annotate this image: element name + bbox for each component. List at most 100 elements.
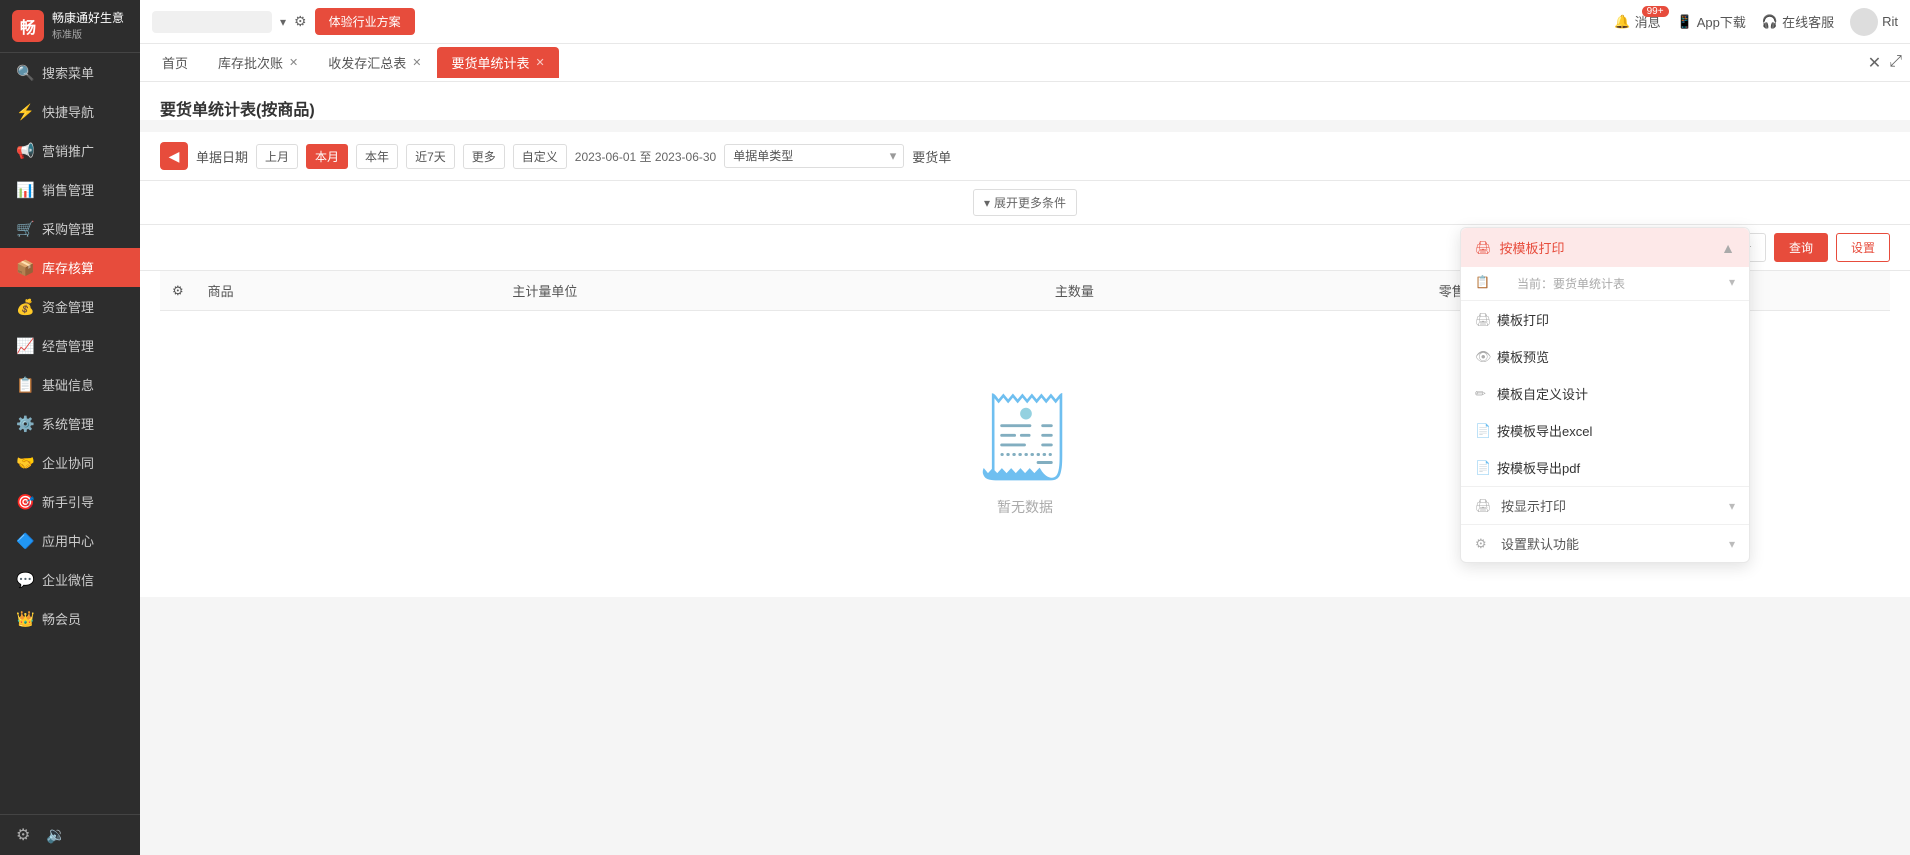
message-badge: 99+ bbox=[1642, 6, 1669, 17]
tab-stock-summary-label: 收发存汇总表 bbox=[328, 53, 406, 72]
tabbar: 首页 库存批次账 ✕ 收发存汇总表 ✕ 要货单统计表 ✕ ✕ ⤢ bbox=[140, 44, 1910, 82]
close-icon[interactable]: ✕ bbox=[412, 56, 421, 69]
print-item-icon: 🖨 bbox=[1475, 312, 1492, 328]
gear-icon: ⚙️ bbox=[16, 415, 34, 433]
date-btn-this-month[interactable]: 本月 bbox=[306, 144, 348, 169]
speaker-icon[interactable]: 🔉 bbox=[46, 825, 66, 845]
sidebar-item-label: 系统管理 bbox=[42, 414, 94, 433]
app-version: 标准版 bbox=[52, 26, 124, 41]
table-settings-th[interactable]: ⚙ bbox=[160, 271, 196, 311]
messages-button[interactable]: 🔔 消息 99+ bbox=[1614, 12, 1660, 31]
order-type-select[interactable]: 单据单类型 bbox=[724, 144, 904, 168]
excel-item-label: 按模板导出excel bbox=[1497, 421, 1592, 440]
chevron-down-icon: ▾ bbox=[984, 196, 990, 210]
date-btn-custom[interactable]: 自定义 bbox=[513, 144, 567, 169]
dropdown-item-preview[interactable]: 👁 模板预览 bbox=[1461, 338, 1749, 375]
diamond-icon: 🔷 bbox=[16, 532, 34, 550]
online-service-label: 在线客服 bbox=[1782, 12, 1834, 31]
sidebar-item-sales[interactable]: 📊 销售管理 bbox=[0, 170, 140, 209]
pdf-item-icon: 📄 bbox=[1475, 460, 1491, 476]
tab-home[interactable]: 首页 bbox=[148, 47, 202, 78]
sidebar-item-search[interactable]: 🔍 搜索菜单 bbox=[0, 53, 140, 92]
cargo-label: 要货单 bbox=[912, 147, 951, 166]
print-item-label: 模板打印 bbox=[1497, 310, 1549, 329]
search-icon: 🔍 bbox=[16, 64, 34, 82]
page-title: 要货单统计表(按商品) bbox=[160, 96, 1890, 120]
sidebar-item-basicinfo[interactable]: 📋 基础信息 bbox=[0, 365, 140, 404]
sidebar: 畅 畅康通好生意 标准版 🔍 搜索菜单 ⚡ 快捷导航 📢 营销推广 📊 销售管理… bbox=[0, 0, 140, 855]
dropdown-header: 🖨 按模板打印 ▲ bbox=[1461, 228, 1749, 267]
table-col-product: 商品 bbox=[196, 271, 501, 311]
sidebar-item-finance[interactable]: 💰 资金管理 bbox=[0, 287, 140, 326]
current-template-label: 📋 当前：要货单统计表 ▾ bbox=[1461, 267, 1749, 301]
sidebar-scroll: 🔍 搜索菜单 ⚡ 快捷导航 📢 营销推广 📊 销售管理 🛒 采购管理 📦 库存核… bbox=[0, 53, 140, 814]
sidebar-item-collab[interactable]: 🤝 企业协同 bbox=[0, 443, 140, 482]
date-btn-last-month[interactable]: 上月 bbox=[256, 144, 298, 169]
tab-inventory-batch[interactable]: 库存批次账 ✕ bbox=[204, 47, 312, 78]
table-col-quantity: 主数量 bbox=[1043, 271, 1427, 311]
chevron-up-btn[interactable]: ▲ bbox=[1721, 240, 1735, 256]
query-label: 查询 bbox=[1789, 239, 1813, 256]
close-icon[interactable]: ✕ bbox=[536, 56, 545, 69]
topbar-gear-icon[interactable]: ⚙ bbox=[294, 13, 307, 30]
sidebar-item-wecom[interactable]: 💬 企业微信 bbox=[0, 560, 140, 599]
sidebar-item-member[interactable]: 👑 畅会员 bbox=[0, 599, 140, 638]
excel-item-icon: 📄 bbox=[1475, 423, 1491, 439]
sidebar-item-quicknav[interactable]: ⚡ 快捷导航 bbox=[0, 92, 140, 131]
sidebar-item-label: 营销推广 bbox=[42, 141, 94, 160]
sidebar-item-appcenter[interactable]: 🔷 应用中心 bbox=[0, 521, 140, 560]
expand-more-label: 展开更多条件 bbox=[994, 194, 1066, 211]
handshake-icon: 🤝 bbox=[16, 454, 34, 472]
chart-icon: 📊 bbox=[16, 181, 34, 199]
tab-stock-summary[interactable]: 收发存汇总表 ✕ bbox=[314, 47, 435, 78]
topbar-search-input[interactable] bbox=[152, 11, 272, 33]
filter-expand-button[interactable]: ◀ bbox=[160, 142, 188, 170]
dropdown-item-export-excel[interactable]: 📄 按模板导出excel bbox=[1461, 412, 1749, 449]
sidebar-item-label: 企业协同 bbox=[42, 453, 94, 472]
money-icon: 💰 bbox=[16, 298, 34, 316]
empty-text: 暂无数据 bbox=[997, 497, 1053, 517]
dropdown-item-custom-design[interactable]: ✏ 模板自定义设计 bbox=[1461, 375, 1749, 412]
sidebar-item-operations[interactable]: 📈 经营管理 bbox=[0, 326, 140, 365]
sidebar-item-label: 搜索菜单 bbox=[42, 63, 94, 82]
dropdown-title: 按模板打印 bbox=[1500, 238, 1565, 257]
megaphone-icon: 📢 bbox=[16, 142, 34, 160]
chevron-down-icon: ▾ bbox=[1729, 275, 1735, 289]
dropdown-item-set-default[interactable]: ⚙ 设置默认功能 ▾ bbox=[1461, 524, 1749, 562]
dropdown-item-print[interactable]: 🖨 模板打印 bbox=[1461, 301, 1749, 338]
chevron-right-icon2: ▾ bbox=[1729, 537, 1735, 551]
app-download-button[interactable]: 📱 App下载 bbox=[1677, 12, 1746, 31]
settings-button[interactable]: 设置 bbox=[1836, 233, 1890, 262]
dropdown-item-export-pdf[interactable]: 📄 按模板导出pdf bbox=[1461, 449, 1749, 486]
avatar-image bbox=[1850, 8, 1878, 36]
headset-icon: 🎧 bbox=[1762, 14, 1778, 30]
close-icon[interactable]: ✕ bbox=[289, 56, 298, 69]
online-service-button[interactable]: 🎧 在线客服 bbox=[1762, 12, 1834, 31]
user-avatar[interactable]: Rit bbox=[1850, 8, 1898, 36]
sidebar-item-inventory[interactable]: 📦 库存核算 bbox=[0, 248, 140, 287]
sidebar-item-marketing[interactable]: 📢 营销推广 bbox=[0, 131, 140, 170]
date-btn-this-year[interactable]: 本年 bbox=[356, 144, 398, 169]
target-icon: 🎯 bbox=[16, 493, 34, 511]
filter-bar: ◀ 单据日期 上月 本月 本年 近7天 更多 自定义 2023-06-01 至 … bbox=[140, 132, 1910, 181]
date-btn-7days[interactable]: 近7天 bbox=[406, 144, 455, 169]
sidebar-bottom: ⚙ 🔉 bbox=[0, 814, 140, 855]
sidebar-item-label: 应用中心 bbox=[42, 531, 94, 550]
sidebar-item-system[interactable]: ⚙️ 系统管理 bbox=[0, 404, 140, 443]
expand-more-button[interactable]: ▾ 展开更多条件 bbox=[973, 189, 1077, 216]
pdf-item-label: 按模板导出pdf bbox=[1497, 458, 1580, 477]
sidebar-item-newbie[interactable]: 🎯 新手引导 bbox=[0, 482, 140, 521]
dropdown-item-display-print[interactable]: 🖨 按显示打印 ▾ bbox=[1461, 486, 1749, 524]
maximize-icon[interactable]: ⤢ bbox=[1889, 53, 1902, 73]
minimize-icon[interactable]: ✕ bbox=[1868, 53, 1881, 73]
tab-order-stats[interactable]: 要货单统计表 ✕ bbox=[437, 47, 558, 78]
sidebar-item-label: 库存核算 bbox=[42, 258, 94, 277]
tab-inventory-batch-label: 库存批次账 bbox=[218, 53, 283, 72]
query-button[interactable]: 查询 bbox=[1774, 233, 1828, 262]
topbar-dropdown-arrow[interactable]: ▾ bbox=[280, 15, 286, 29]
date-btn-more[interactable]: 更多 bbox=[463, 144, 505, 169]
settings-bottom-icon[interactable]: ⚙ bbox=[16, 825, 30, 845]
industry-plan-button[interactable]: 体验行业方案 bbox=[315, 8, 415, 35]
chat-icon: 💬 bbox=[16, 571, 34, 589]
sidebar-item-purchase[interactable]: 🛒 采购管理 bbox=[0, 209, 140, 248]
